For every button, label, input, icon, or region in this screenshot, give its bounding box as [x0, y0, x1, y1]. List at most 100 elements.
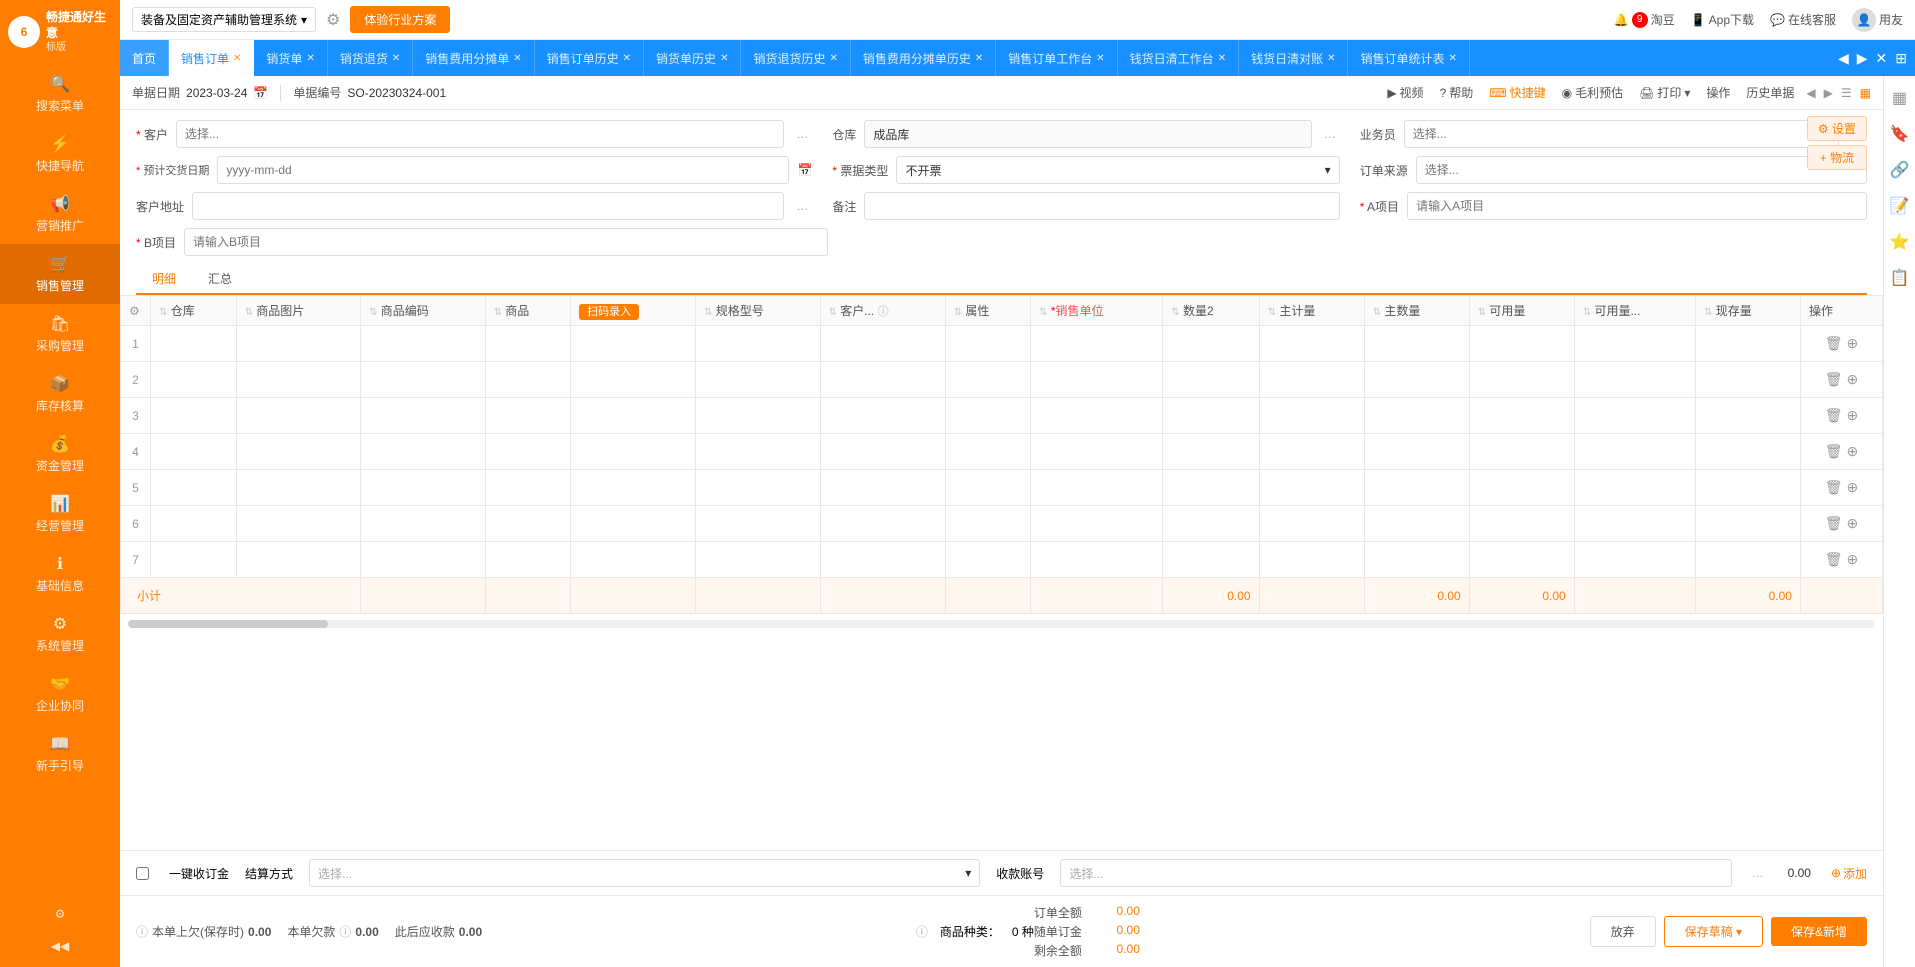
- calendar-delivery-icon[interactable]: 📅: [797, 163, 812, 177]
- delete-row-btn[interactable]: 🗑: [1825, 407, 1843, 424]
- toolbar-card-view-btn[interactable]: ▦: [1860, 86, 1871, 100]
- a-project-input[interactable]: [1407, 192, 1867, 220]
- delete-row-btn[interactable]: 🗑: [1825, 515, 1843, 532]
- tab-close-icon[interactable]: ✕: [1096, 53, 1104, 64]
- tab-close-icon[interactable]: ✕: [306, 53, 314, 64]
- payment-method-select[interactable]: 选择... ▾: [309, 859, 980, 887]
- tab-close-icon[interactable]: ✕: [233, 53, 241, 64]
- save-draft-btn[interactable]: 保存草稿 ▾: [1664, 916, 1763, 947]
- sidebar-item-guide[interactable]: 📖 新手引导: [0, 724, 120, 784]
- notification-item[interactable]: 🔔 9 淘豆: [1614, 11, 1675, 28]
- view-btn[interactable]: ▶ 视频: [1383, 82, 1427, 103]
- copy-row-btn[interactable]: ⊕: [1847, 479, 1859, 496]
- invoice-select[interactable]: 不开票 ▾: [896, 156, 1339, 184]
- settings-setup-btn[interactable]: ⚙ 设置: [1807, 116, 1867, 141]
- discard-btn[interactable]: 放弃: [1590, 916, 1656, 947]
- tab-close-all-btn[interactable]: ✕: [1872, 50, 1892, 67]
- sidebar-item-operations[interactable]: 📊 经营管理: [0, 484, 120, 544]
- calendar-icon[interactable]: 📅: [253, 86, 268, 100]
- tab-sales-order[interactable]: 销售订单 ✕: [169, 40, 254, 76]
- tab-close-icon[interactable]: ✕: [720, 53, 728, 64]
- sidebar-item-enterprise[interactable]: 🤝 企业协同: [0, 664, 120, 724]
- toolbar-list-view-btn[interactable]: ☰: [1841, 86, 1852, 100]
- tab-sales-fee[interactable]: 销售费用分摊单 ✕: [413, 40, 534, 76]
- copy-row-btn[interactable]: ⊕: [1847, 407, 1859, 424]
- sidebar-item-search[interactable]: 🔍 搜索菜单: [0, 64, 120, 124]
- sidebar-item-purchase[interactable]: 🛍 采购管理: [0, 304, 120, 364]
- delete-row-btn[interactable]: 🗑: [1825, 551, 1843, 568]
- tab-more-btn[interactable]: ⊞: [1891, 50, 1911, 67]
- customer-input[interactable]: [176, 120, 784, 148]
- account-ellipsis[interactable]: …: [1748, 866, 1768, 880]
- history-btn[interactable]: 历史单据: [1742, 82, 1798, 103]
- tab-prev-btn[interactable]: ◀: [1834, 50, 1853, 67]
- sidebar-item-inventory[interactable]: 📦 库存核算: [0, 364, 120, 424]
- shortcut-btn[interactable]: ⌨ 快捷键: [1485, 82, 1549, 103]
- rs-star-icon[interactable]: ⭐: [1886, 228, 1914, 256]
- address-input[interactable]: [192, 192, 784, 220]
- sidebar-item-quicknav[interactable]: ⚡ 快捷导航: [0, 124, 120, 184]
- detail-tab-items[interactable]: 明细: [136, 264, 192, 295]
- tab-order-history[interactable]: 销售订单历史 ✕: [535, 40, 644, 76]
- address-ellipsis[interactable]: …: [792, 199, 812, 213]
- sidebar-item-basic-info[interactable]: ℹ 基础信息: [0, 544, 120, 604]
- copy-row-btn[interactable]: ⊕: [1847, 551, 1859, 568]
- operation-btn[interactable]: 操作: [1702, 82, 1734, 103]
- horizontal-scrollbar[interactable]: [120, 614, 1883, 634]
- account-select[interactable]: 选择...: [1060, 859, 1731, 887]
- tab-daily-clear[interactable]: 钱货日清工作台 ✕: [1118, 40, 1239, 76]
- help-btn[interactable]: ? 帮助: [1436, 82, 1478, 103]
- tab-close-icon[interactable]: ✕: [1327, 53, 1335, 64]
- rs-layout-icon[interactable]: ▦: [1888, 84, 1911, 112]
- rs-note-icon[interactable]: 📝: [1886, 192, 1914, 220]
- copy-row-btn[interactable]: ⊕: [1847, 515, 1859, 532]
- tab-close-icon[interactable]: ✕: [975, 53, 983, 64]
- tab-close-icon[interactable]: ✕: [1449, 53, 1457, 64]
- delete-row-btn[interactable]: 🗑: [1825, 479, 1843, 496]
- delete-row-btn[interactable]: 🗑: [1825, 443, 1843, 460]
- delete-row-btn[interactable]: 🗑: [1825, 335, 1843, 352]
- one-click-deposit-checkbox[interactable]: [136, 867, 149, 880]
- settings-gear-icon[interactable]: ⚙: [326, 10, 340, 30]
- solution-btn[interactable]: 体验行业方案: [350, 6, 450, 33]
- scan-btn[interactable]: 扫码录入: [579, 304, 639, 320]
- sidebar-collapse-btn[interactable]: ◀◀: [0, 933, 120, 959]
- remark-input[interactable]: [864, 192, 1339, 220]
- tab-close-icon[interactable]: ✕: [392, 53, 400, 64]
- copy-row-btn[interactable]: ⊕: [1847, 335, 1859, 352]
- warehouse-ellipsis[interactable]: …: [1320, 127, 1340, 141]
- tab-close-icon[interactable]: ✕: [623, 53, 631, 64]
- add-logistics-btn[interactable]: + 物流: [1807, 145, 1867, 170]
- sidebar-item-system[interactable]: ⚙ 系统管理: [0, 604, 120, 664]
- online-service-item[interactable]: 💬 在线客服: [1770, 11, 1836, 28]
- copy-row-btn[interactable]: ⊕: [1847, 371, 1859, 388]
- tab-sales-return[interactable]: 销货退货 ✕: [328, 40, 413, 76]
- salesperson-input[interactable]: [1404, 120, 1839, 148]
- copy-row-btn[interactable]: ⊕: [1847, 443, 1859, 460]
- customer-ellipsis[interactable]: …: [792, 127, 812, 141]
- tab-home[interactable]: 首页: [120, 40, 169, 76]
- detail-tab-summary[interactable]: 汇总: [192, 264, 248, 293]
- col-settings[interactable]: ⚙: [121, 296, 151, 326]
- rs-bookmark-icon[interactable]: 🔖: [1886, 120, 1914, 148]
- print-btn[interactable]: 🖨 打印 ▾: [1635, 82, 1694, 103]
- toolbar-prev-record-btn[interactable]: ◀: [1806, 86, 1815, 100]
- b-project-input[interactable]: [184, 228, 828, 256]
- app-selector[interactable]: 装备及固定资产辅助管理系统 ▾: [132, 7, 316, 32]
- tab-return-history[interactable]: 销货退货历史 ✕: [741, 40, 850, 76]
- delete-row-btn[interactable]: 🗑: [1825, 371, 1843, 388]
- save-new-btn[interactable]: 保存&新增: [1771, 917, 1867, 946]
- toolbar-next-record-btn[interactable]: ▶: [1824, 86, 1833, 100]
- rs-link-icon[interactable]: 🔗: [1886, 156, 1914, 184]
- sidebar-settings-btn[interactable]: ⚙: [0, 901, 120, 927]
- tab-next-btn[interactable]: ▶: [1853, 50, 1872, 67]
- tab-fee-history[interactable]: 销售费用分摊单历史 ✕: [851, 40, 996, 76]
- user-item[interactable]: 👤 用友: [1852, 8, 1903, 32]
- sidebar-item-finance[interactable]: 💰 资金管理: [0, 424, 120, 484]
- tab-close-icon[interactable]: ✕: [513, 53, 521, 64]
- tab-sales-shipment[interactable]: 销货单 ✕: [254, 40, 327, 76]
- tab-order-workbench[interactable]: 销售订单工作台 ✕: [996, 40, 1117, 76]
- delivery-input[interactable]: [217, 156, 789, 184]
- app-download-item[interactable]: 📱 App下载: [1691, 11, 1754, 28]
- order-source-input[interactable]: [1416, 156, 1867, 184]
